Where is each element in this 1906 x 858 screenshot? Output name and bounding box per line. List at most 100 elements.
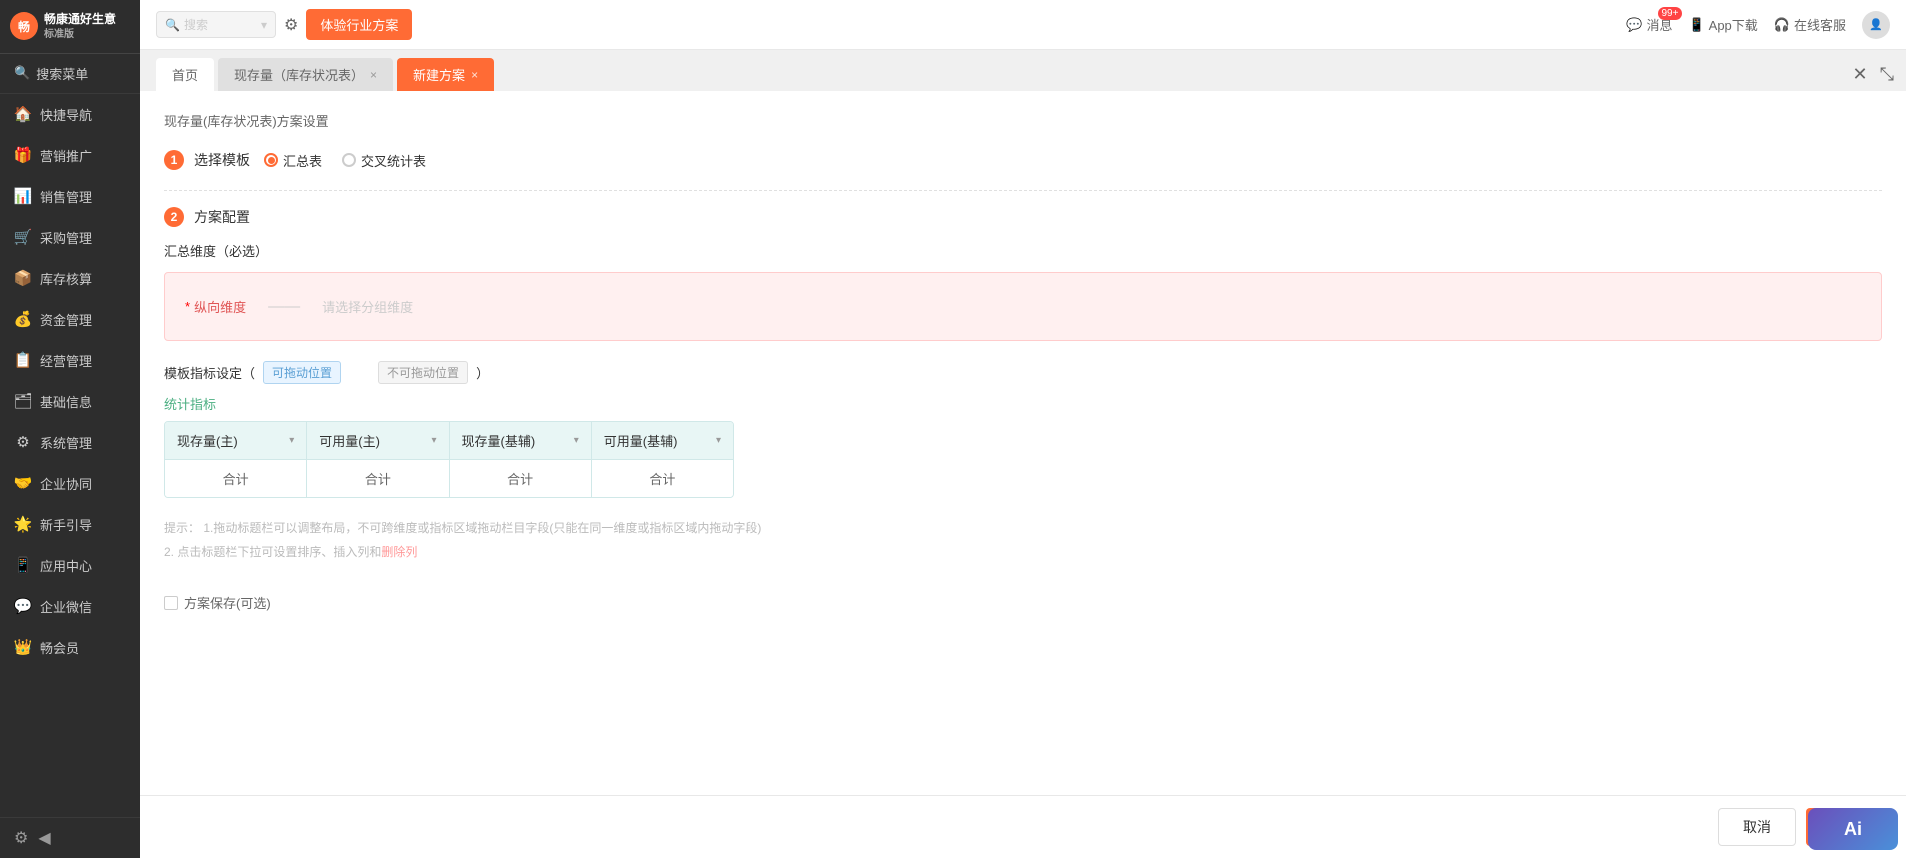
inventory-icon: 📦 [14, 269, 32, 287]
cooperation-icon: 🤝 [14, 474, 32, 492]
col-current-main[interactable]: 现存量(主) ▾ [165, 422, 307, 459]
sidebar-item-label: 经营管理 [40, 351, 92, 370]
section-divider-1 [164, 190, 1882, 191]
radio-cross[interactable]: 交叉统计表 [342, 151, 426, 170]
dimension-area[interactable]: * 纵向维度 —— 请选择分组维度 [164, 272, 1882, 341]
tab-inventory-close[interactable]: × [370, 68, 377, 82]
message-button[interactable]: 💬 消息 99+ [1626, 15, 1672, 34]
settings-icon[interactable]: ⚙ [284, 15, 298, 35]
marketing-icon: 🎁 [14, 146, 32, 164]
step2-number: 2 [164, 207, 184, 227]
wechat-icon: 💬 [14, 597, 32, 615]
sidebar-item-wechat[interactable]: 💬 企业微信 [0, 586, 140, 627]
step1-header: 1 选择模板 汇总表 交叉统计表 [164, 150, 1882, 170]
required-asterisk: * [185, 299, 190, 314]
sidebar-item-label: 采购管理 [40, 228, 92, 247]
sidebar-item-label: 快捷导航 [40, 105, 92, 124]
sidebar-item-label: 企业协同 [40, 474, 92, 493]
tips-section: 提示： 1.拖动标题栏可以调整布局，不可跨维度或指标区域拖动栏目字段(只能在同一… [164, 518, 1882, 563]
stats-table: 现存量(主) ▾ 可用量(主) ▾ 现存量(基辅) ▾ 可用量(基辅) [164, 421, 734, 498]
tab-inventory-status[interactable]: 现存量（库存状况表） × [218, 58, 393, 91]
message-badge: 99+ [1658, 7, 1683, 20]
template-radio-group: 汇总表 交叉统计表 [264, 151, 426, 170]
sidebar-item-purchase[interactable]: 🛒 采购管理 [0, 217, 140, 258]
topbar-search-box[interactable]: 🔍 搜索 ▾ [156, 11, 276, 38]
new-guide-icon: 🌟 [14, 515, 32, 533]
col-current-aux[interactable]: 现存量(基辅) ▾ [450, 422, 592, 459]
sidebar-item-label: 基础信息 [40, 392, 92, 411]
step1-number: 1 [164, 150, 184, 170]
tab-home-label: 首页 [172, 65, 198, 84]
col-available-main[interactable]: 可用量(主) ▾ [307, 422, 449, 459]
indicator-settings-text: 模板指标设定（ [164, 363, 255, 382]
radio-cross-label: 交叉统计表 [361, 151, 426, 170]
sidebar-item-system[interactable]: ⚙ 系统管理 [0, 422, 140, 463]
step2-title: 方案配置 [194, 207, 250, 227]
col-current-aux-label: 现存量(基辅) [462, 431, 536, 450]
quick-nav-icon: 🏠 [14, 105, 32, 123]
col-available-aux-chevron[interactable]: ▾ [716, 435, 721, 446]
sidebar-item-operations[interactable]: 📋 经营管理 [0, 340, 140, 381]
tip-2: 2. 点击标题栏下拉可设置排序、插入列和删除列 [164, 542, 1882, 564]
ai-badge[interactable]: Ai [1808, 808, 1898, 850]
col-available-main-chevron[interactable]: ▾ [431, 435, 436, 446]
sidebar-item-app-center[interactable]: 📱 应用中心 [0, 545, 140, 586]
ai-badge-label: Ai [1844, 819, 1862, 840]
app-download-label: App下载 [1709, 15, 1758, 34]
col-available-main-label: 可用量(主) [319, 431, 380, 450]
sidebar-item-membership[interactable]: 👑 畅会员 [0, 627, 140, 668]
online-service-button[interactable]: 🎧 在线客服 [1774, 15, 1846, 34]
save-checkbox[interactable] [164, 596, 178, 610]
sidebar-item-label: 资金管理 [40, 310, 92, 329]
collapse-icon[interactable]: ◀ [38, 828, 50, 848]
tab-new-plan-close[interactable]: × [471, 68, 478, 82]
radio-summary[interactable]: 汇总表 [264, 151, 322, 170]
step2-section: 2 方案配置 汇总维度（必选） * 纵向维度 —— 请选择分组维度 [164, 207, 1882, 612]
sidebar-item-quick-nav[interactable]: 🏠 快捷导航 [0, 94, 140, 135]
cell-total-current-aux: 合计 [450, 460, 592, 497]
sidebar-search-label: 搜索菜单 [36, 64, 88, 83]
step1-section: 1 选择模板 汇总表 交叉统计表 [164, 150, 1882, 170]
topbar-left: 🔍 搜索 ▾ ⚙ 体验行业方案 [156, 9, 1616, 40]
system-icon: ⚙ [14, 433, 32, 451]
close-window-button[interactable]: ✕ [1851, 62, 1870, 87]
sidebar-item-new-guide[interactable]: 🌟 新手引导 [0, 504, 140, 545]
app-download-button[interactable]: 📱 App下载 [1688, 15, 1757, 34]
col-available-aux[interactable]: 可用量(基辅) ▾ [592, 422, 733, 459]
trial-industry-button[interactable]: 体验行业方案 [306, 9, 412, 40]
app-version: 标准版 [44, 28, 116, 41]
topbar-right: 💬 消息 99+ 📱 App下载 🎧 在线客服 👤 [1626, 11, 1890, 39]
summary-dimension-text: 汇总维度（必选） [164, 244, 268, 259]
save-option-label: 方案保存(可选) [184, 593, 271, 612]
radio-cross-circle [342, 153, 356, 167]
settings-bottom-icon[interactable]: ⚙ [14, 828, 28, 848]
purchase-icon: 🛒 [14, 228, 32, 246]
cancel-button[interactable]: 取消 [1718, 808, 1796, 846]
tab-new-plan-label: 新建方案 [413, 65, 465, 84]
vertical-dimension-label: * 纵向维度 [185, 297, 246, 316]
sidebar-item-sales[interactable]: 📊 销售管理 [0, 176, 140, 217]
membership-icon: 👑 [14, 638, 32, 656]
tabbar: 首页 现存量（库存状况表） × 新建方案 × ✕ ⤡ [140, 50, 1906, 91]
tab-new-plan[interactable]: 新建方案 × [397, 58, 494, 91]
tab-home[interactable]: 首页 [156, 58, 214, 91]
cell-total-available-aux: 合计 [592, 460, 733, 497]
cell-total-main: 合计 [165, 460, 307, 497]
col-current-aux-chevron[interactable]: ▾ [574, 435, 579, 446]
radio-summary-circle [264, 153, 278, 167]
sidebar-item-basic-info[interactable]: 🗂 基础信息 [0, 381, 140, 422]
search-placeholder: 搜索 [184, 16, 208, 33]
app-name: 畅康通好生意 [44, 12, 116, 28]
main-area: 🔍 搜索 ▾ ⚙ 体验行业方案 💬 消息 99+ 📱 App下载 🎧 在线客服 [140, 0, 1906, 858]
basic-info-icon: 🗂 [14, 392, 32, 410]
draggable-badge: 可拖动位置 [263, 361, 341, 384]
sidebar-item-finance[interactable]: 💰 资金管理 [0, 299, 140, 340]
user-avatar[interactable]: 👤 [1862, 11, 1890, 39]
col-current-main-chevron[interactable]: ▾ [289, 435, 294, 446]
expand-window-button[interactable]: ⤡ [1878, 62, 1896, 87]
sidebar-item-marketing[interactable]: 🎁 营销推广 [0, 135, 140, 176]
logo-icon: 畅 [10, 12, 38, 40]
sidebar-item-cooperation[interactable]: 🤝 企业协同 [0, 463, 140, 504]
sidebar-search[interactable]: 🔍 搜索菜单 [0, 54, 140, 94]
sidebar-item-inventory[interactable]: 📦 库存核算 [0, 258, 140, 299]
